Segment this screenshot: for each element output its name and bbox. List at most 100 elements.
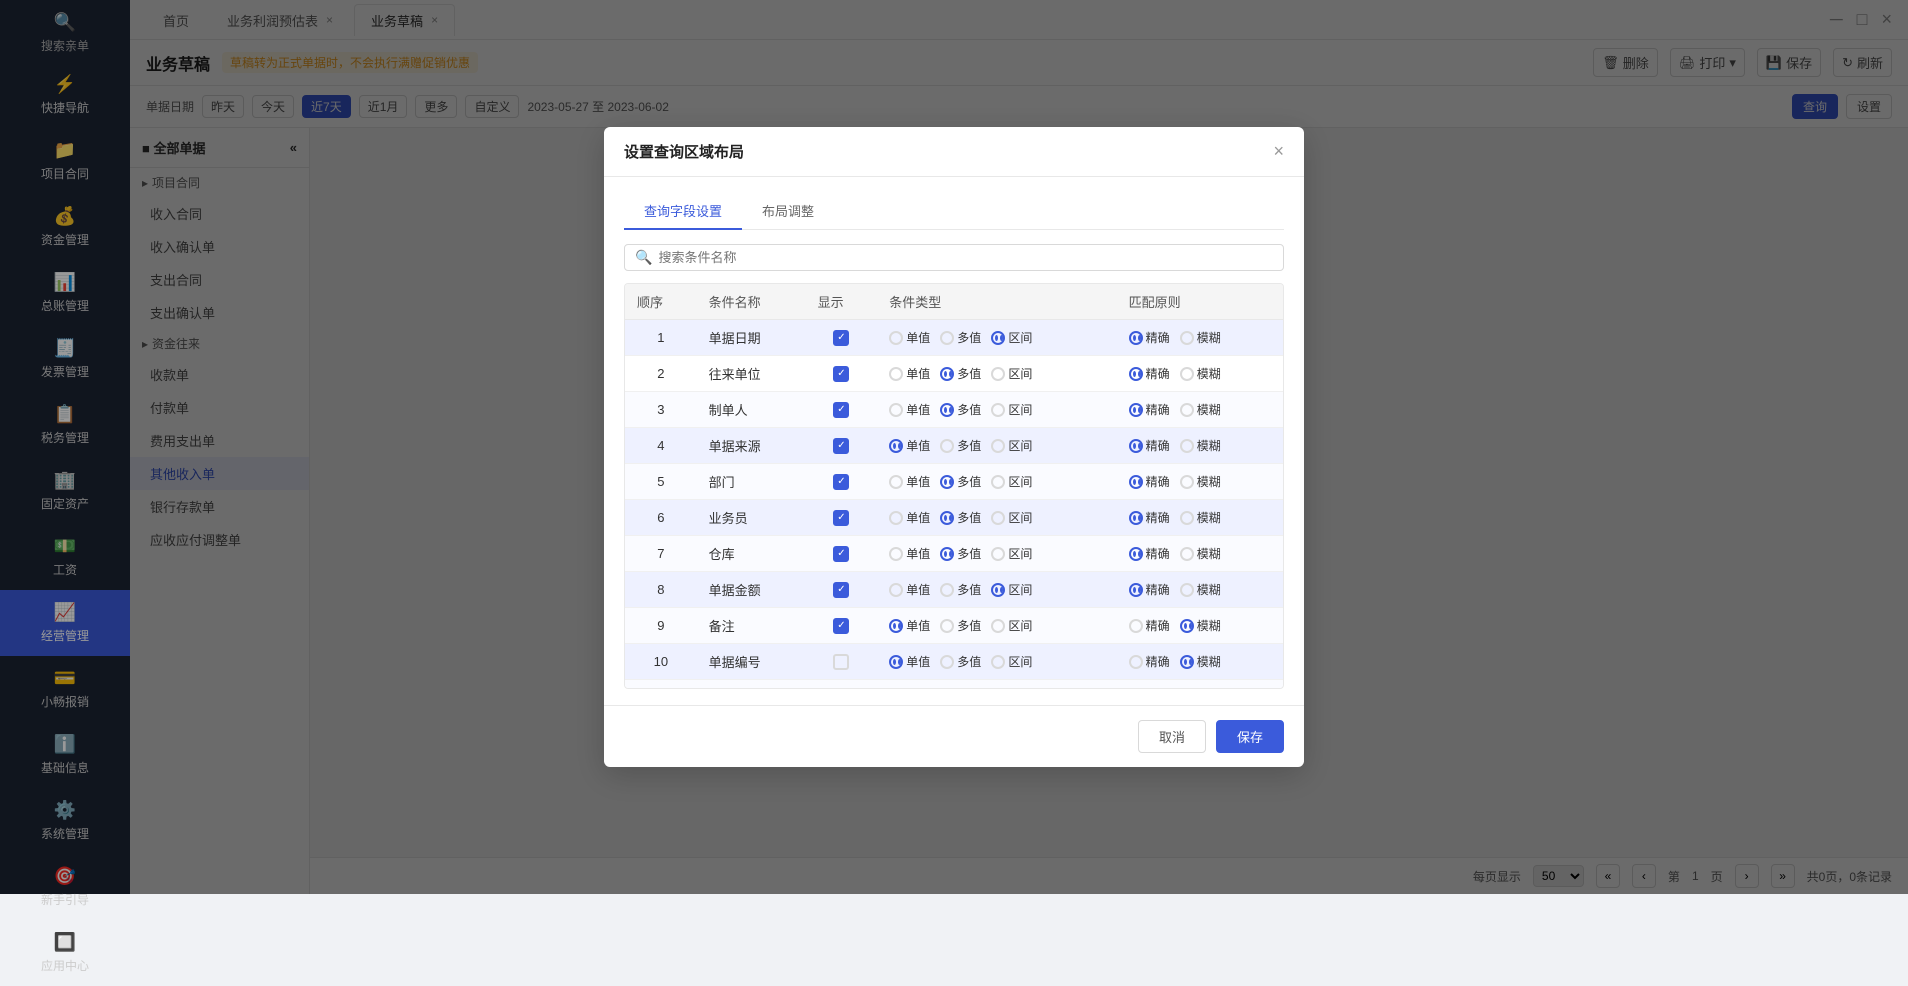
radio-single[interactable]: 单值 [889,509,930,526]
radio-fuzzy[interactable]: 模糊 [1180,365,1221,382]
radio-single[interactable]: 单值 [889,365,930,382]
cell-type: 单值 多值 区间 [877,500,1116,536]
radio-multi[interactable]: 多值 [940,329,981,346]
radio-range[interactable]: 区间 [991,473,1032,490]
radio-exact[interactable]: 精确 [1129,329,1170,346]
cell-display: ✓ [806,428,878,464]
radio-fuzzy[interactable]: 模糊 [1180,617,1221,634]
radio-exact[interactable]: 精确 [1129,437,1170,454]
radio-fuzzy[interactable]: 模糊 [1180,329,1221,346]
modal-tab-layout-adjust[interactable]: 布局调整 [742,193,834,230]
display-checkbox[interactable]: ✓ [833,402,849,418]
radio-fuzzy[interactable]: 模糊 [1180,401,1221,418]
radio-exact[interactable]: 精确 [1129,401,1170,418]
radio-range[interactable]: 区间 [991,509,1032,526]
cell-name: 制单人 [697,392,806,428]
radio-single[interactable]: 单值 [889,653,930,670]
sidebar-item-app-center[interactable]: 🔲 应用中心 [0,920,130,986]
cell-display [806,680,878,690]
radio-range[interactable]: 区间 [991,545,1032,562]
radio-multi[interactable]: 多值 [940,545,981,562]
modal-close-button[interactable]: × [1273,141,1284,162]
cell-display: ✓ [806,500,878,536]
radio-exact[interactable]: 精确 [1129,509,1170,526]
radio-multi[interactable]: 多值 [940,437,981,454]
radio-fuzzy[interactable]: 模糊 [1180,653,1221,670]
cell-name: 部门 [697,464,806,500]
radio-fuzzy[interactable]: 模糊 [1180,545,1221,562]
radio-exact[interactable]: 精确 [1129,653,1170,670]
display-checkbox[interactable]: ✓ [833,582,849,598]
modal-tab-field-settings[interactable]: 查询字段设置 [624,193,742,230]
display-checkbox[interactable]: ✓ [833,438,849,454]
modal-search-input[interactable] [658,250,1273,265]
cell-display: ✓ [806,608,878,644]
radio-multi[interactable]: 多值 [940,653,981,670]
radio-exact[interactable]: 精确 [1129,473,1170,490]
cell-type: 单值 多值 区间 [877,572,1116,608]
cell-display: ✓ [806,572,878,608]
radio-multi[interactable]: 多值 [940,509,981,526]
col-type: 条件类型 [877,284,1116,320]
radio-range[interactable]: 区间 [991,581,1032,598]
radio-exact[interactable]: 精确 [1129,545,1170,562]
display-checkbox[interactable]: ✓ [833,618,849,634]
cell-display [806,644,878,680]
modal-overlay: 设置查询区域布局 × 查询字段设置 布局调整 🔍 顺序 [0,0,1908,894]
radio-single[interactable]: 单值 [889,401,930,418]
display-checkbox[interactable] [833,654,849,670]
radio-single[interactable]: 单值 [889,329,930,346]
table-row: 10单据编号 单值 多值 区间 精确 模糊 [625,644,1283,680]
radio-range[interactable]: 区间 [991,653,1032,670]
radio-range[interactable]: 区间 [991,437,1032,454]
cell-order: 6 [625,500,697,536]
cell-name: 业务员 [697,500,806,536]
radio-exact[interactable]: 精确 [1129,581,1170,598]
cell-display: ✓ [806,356,878,392]
radio-multi[interactable]: 多值 [940,401,981,418]
radio-exact[interactable]: 精确 [1129,617,1170,634]
radio-range[interactable]: 区间 [991,401,1032,418]
modal-search-icon: 🔍 [635,249,652,266]
table-row: 2往来单位✓ 单值 多值 区间 精确 模糊 [625,356,1283,392]
display-checkbox[interactable]: ✓ [833,546,849,562]
radio-single[interactable]: 单值 [889,617,930,634]
radio-multi[interactable]: 多值 [940,365,981,382]
cell-name: 单据金额 [697,572,806,608]
modal-header: 设置查询区域布局 × [604,127,1304,177]
display-checkbox[interactable]: ✓ [833,330,849,346]
radio-single[interactable]: 单值 [889,581,930,598]
display-checkbox[interactable]: ✓ [833,510,849,526]
cell-type: 单值 多值 区间 [877,680,1116,690]
display-checkbox[interactable]: ✓ [833,474,849,490]
app-center-icon: 🔲 [54,932,76,953]
cancel-button[interactable]: 取消 [1138,720,1206,753]
radio-range[interactable]: 区间 [991,365,1032,382]
display-checkbox[interactable]: ✓ [833,366,849,382]
radio-range[interactable]: 区间 [991,617,1032,634]
cell-match: 精确 模糊 [1117,644,1283,680]
radio-fuzzy[interactable]: 模糊 [1180,509,1221,526]
cell-order: 1 [625,320,697,356]
radio-fuzzy[interactable]: 模糊 [1180,437,1221,454]
cell-type: 单值 多值 区间 [877,464,1116,500]
cell-match: 精确 模糊 [1117,608,1283,644]
modal-save-button[interactable]: 保存 [1216,720,1284,753]
col-match: 匹配原则 [1117,284,1283,320]
radio-fuzzy[interactable]: 模糊 [1180,473,1221,490]
radio-exact[interactable]: 精确 [1129,365,1170,382]
cell-type: 单值 多值 区间 [877,428,1116,464]
radio-fuzzy[interactable]: 模糊 [1180,581,1221,598]
radio-single[interactable]: 单值 [889,473,930,490]
cell-order: 4 [625,428,697,464]
radio-multi[interactable]: 多值 [940,473,981,490]
radio-single[interactable]: 单值 [889,545,930,562]
table-row: 8单据金额 ✓ 单值 多值 区间 精确 模糊 [625,572,1283,608]
radio-multi[interactable]: 多值 [940,581,981,598]
cell-match: 精确 模糊 [1117,392,1283,428]
radio-range[interactable]: 区间 [991,329,1032,346]
cell-order: 8 [625,572,697,608]
radio-single[interactable]: 单值 [889,437,930,454]
col-order: 顺序 [625,284,697,320]
radio-multi[interactable]: 多值 [940,617,981,634]
